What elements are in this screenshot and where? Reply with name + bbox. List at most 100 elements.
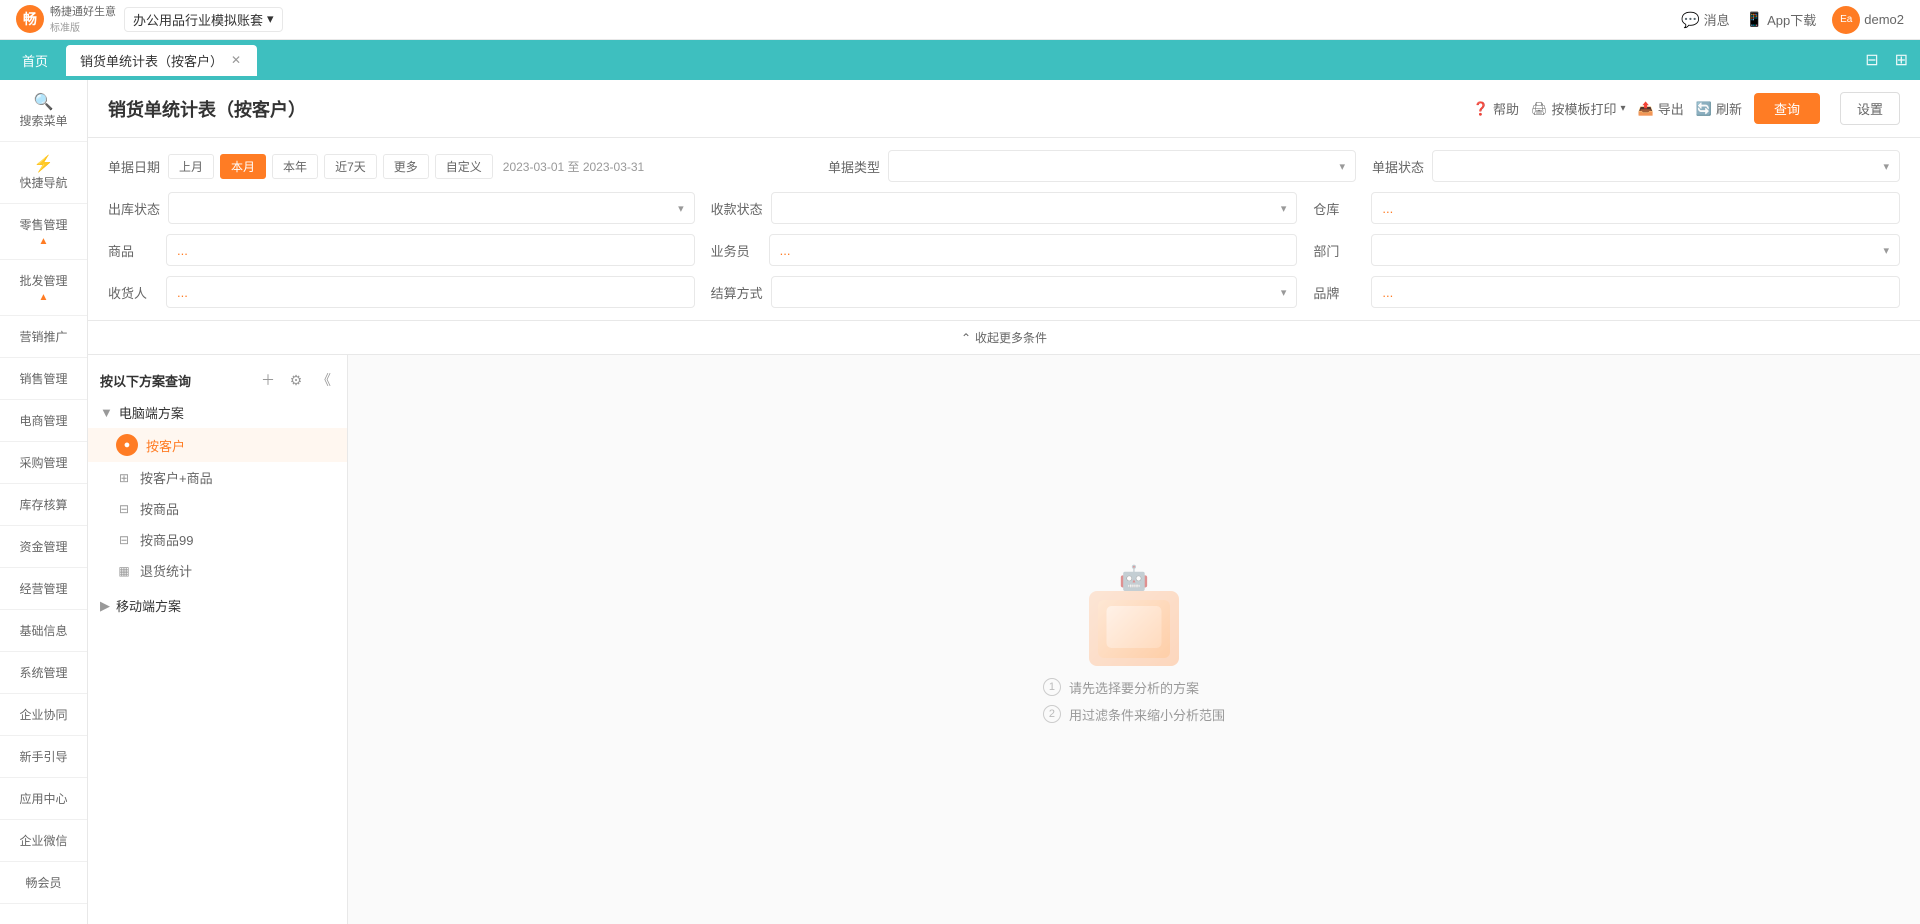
filter-payment-method: 结算方式 ▾ (711, 276, 1298, 308)
scheme-group-pc-title[interactable]: ▼ 电脑端方案 (88, 397, 347, 428)
tab-home-label: 首页 (22, 51, 48, 70)
scheme-actions: ＋ ⚙ 《 (257, 369, 335, 391)
date-btn-more[interactable]: 更多 (383, 154, 429, 179)
tab-home[interactable]: 首页 (8, 45, 62, 76)
sidebar-marketing-label: 营销推广 (8, 328, 79, 345)
sidebar-item-inventory[interactable]: 库存核算 (0, 484, 87, 526)
date-shortcuts: 上月 本月 本年 近7天 更多 自定义 2023-03-01 至 2023-03… (168, 154, 644, 179)
scheme-item-by-customer[interactable]: ● 按客户 (88, 428, 347, 462)
department-input[interactable]: ▾ (1371, 234, 1900, 266)
scheme-item-by-customer-goods[interactable]: ⊞ 按客户+商品 (88, 462, 347, 493)
sidebar-item-operations[interactable]: 经营管理 (0, 568, 87, 610)
sidebar-collab-label: 企业协同 (8, 706, 79, 723)
sidebar-item-search-menu[interactable]: 🔍 搜索菜单 (0, 80, 87, 142)
help-btn[interactable]: ❓ 帮助 (1473, 99, 1519, 118)
sidebar-item-enterprise-collab[interactable]: 企业协同 (0, 694, 87, 736)
active-dot: ● (116, 434, 138, 456)
sidebar-quicknav-label: 快捷导航 (8, 174, 79, 191)
filter-panel: 单据日期 上月 本月 本年 近7天 更多 自定义 2023-03-01 至 20… (88, 138, 1920, 321)
sidebar-item-new-guide[interactable]: 新手引导 (0, 736, 87, 778)
sidebar-item-marketing[interactable]: 营销推广 (0, 316, 87, 358)
sidebar-item-enterprise-wechat[interactable]: 企业微信 (0, 820, 87, 862)
tab-sales-stat-close[interactable]: ✕ (229, 54, 243, 66)
date-btn-7days[interactable]: 近7天 (324, 154, 377, 179)
sidebar-item-purchase[interactable]: 采购管理 (0, 442, 87, 484)
sidebar-item-quick-nav[interactable]: ⚡ 快捷导航 (0, 142, 87, 204)
refresh-btn[interactable]: 🔄 刷新 (1696, 99, 1742, 118)
scheme-item-by-goods[interactable]: ⊟ 按商品 (88, 493, 347, 524)
scheme-settings-btn[interactable]: ⚙ (285, 369, 307, 391)
template-print-btn[interactable]: 🖨 按模板打印 ▾ (1531, 99, 1626, 118)
app-container: 畅 畅捷通好生意 标准版 办公用品行业模拟账套 ▾ 💬 消息 📱 App下载 (0, 0, 1920, 924)
warehouse-input[interactable]: ... (1371, 192, 1900, 224)
sidebar-member-label: 畅会员 (8, 874, 79, 891)
receipt-status-input[interactable]: ▾ (771, 192, 1298, 224)
message-btn[interactable]: 💬 消息 (1681, 10, 1730, 29)
date-btn-this-year[interactable]: 本年 (272, 154, 318, 179)
scheme-collapse-btn[interactable]: 《 (313, 369, 335, 391)
left-panel-wrapper: 按以下方案查询 ＋ ⚙ 《 ▼ 电脑端方案 (88, 355, 1920, 924)
sidebar-item-sales-mgmt[interactable]: 销售管理 (0, 358, 87, 400)
app-download-btn[interactable]: 📱 App下载 (1746, 10, 1817, 29)
industry-selector[interactable]: 办公用品行业模拟账套 ▾ (124, 7, 283, 32)
sidebar-retail-label: 零售管理 (8, 216, 79, 233)
settings-btn[interactable]: 设置 (1840, 92, 1900, 125)
scheme-group-mobile-title[interactable]: ▶ 移动端方案 (88, 590, 347, 621)
out-status-input[interactable]: ▾ (168, 192, 695, 224)
refresh-icon: 🔄 (1696, 101, 1712, 117)
tab-sales-stat[interactable]: 销货单统计表（按客户） ✕ (66, 45, 257, 76)
scheme-item-by-goods-99[interactable]: ⊟ 按商品99 (88, 524, 347, 555)
industry-title: 办公用品行业模拟账套 (133, 10, 263, 29)
tab-maximize-btn[interactable]: ⊞ (1891, 46, 1912, 74)
payment-method-input[interactable]: ▾ (771, 276, 1298, 308)
sidebar-item-wholesale-mgmt[interactable]: 批发管理 ▲ (0, 260, 87, 316)
date-btn-last-month[interactable]: 上月 (168, 154, 214, 179)
tab-minimize-btn[interactable]: ⊟ (1861, 46, 1882, 74)
export-btn[interactable]: 📤 导出 (1638, 99, 1684, 118)
refresh-label: 刷新 (1716, 99, 1742, 118)
sidebar-system-label: 系统管理 (8, 664, 79, 681)
query-btn[interactable]: 查询 (1754, 93, 1820, 124)
sidebar-search-label: 搜索菜单 (8, 112, 79, 129)
doc-status-input[interactable]: ▾ (1432, 150, 1900, 182)
sidebar-item-ecommerce[interactable]: 电商管理 (0, 400, 87, 442)
salesperson-label: 业务员 (711, 241, 761, 260)
doc-type-input[interactable]: ▾ (888, 150, 1356, 182)
collapse-bar[interactable]: ⌃ 收起更多条件 (88, 321, 1920, 355)
scheme-add-btn[interactable]: ＋ (257, 369, 279, 391)
sidebar-item-retail-mgmt[interactable]: 零售管理 ▲ (0, 204, 87, 260)
scheme-item-return-stat[interactable]: ▦ 退货统计 (88, 555, 347, 586)
top-bar-left: 畅 畅捷通好生意 标准版 办公用品行业模拟账套 ▾ (16, 5, 283, 34)
date-range-display: 2023-03-01 至 2023-03-31 (503, 158, 644, 175)
user-menu[interactable]: Ea demo2 (1832, 6, 1904, 34)
page-actions: ❓ 帮助 🖨 按模板打印 ▾ 📤 导出 🔄 刷新 (1473, 92, 1900, 125)
help-label: 帮助 (1493, 99, 1519, 118)
sidebar-item-basic-info[interactable]: 基础信息 (0, 610, 87, 652)
sidebar-item-app-center[interactable]: 应用中心 (0, 778, 87, 820)
logo-sub: 标准版 (50, 19, 116, 34)
consignee-input[interactable]: ... (166, 276, 695, 308)
collapse-label: 收起更多条件 (975, 329, 1047, 346)
filter-receipt-status: 收款状态 ▾ (711, 192, 1298, 224)
scheme-group-mobile: ▶ 移动端方案 (88, 590, 347, 621)
top-bar: 畅 畅捷通好生意 标准版 办公用品行业模拟账套 ▾ 💬 消息 📱 App下载 (0, 0, 1920, 40)
scheme-item-icon-return: ▦ (116, 563, 132, 579)
goods-input[interactable]: ... (166, 234, 695, 266)
sidebar-item-member[interactable]: 畅会员 (0, 862, 87, 904)
brand-input[interactable]: ... (1371, 276, 1900, 308)
payment-method-chevron: ▾ (1281, 286, 1287, 299)
page-title: 销货单统计表（按客户） (108, 96, 306, 122)
export-icon: 📤 (1638, 101, 1654, 117)
dropdown-arrow: ▾ (267, 11, 274, 27)
date-label: 单据日期 (108, 157, 160, 176)
date-btn-this-month[interactable]: 本月 (220, 154, 266, 179)
sidebar-finance-label: 资金管理 (8, 538, 79, 555)
sidebar-item-finance[interactable]: 资金管理 (0, 526, 87, 568)
logo-char: 畅 (23, 9, 37, 29)
salesperson-input[interactable]: ... (769, 234, 1298, 266)
warehouse-label: 仓库 (1313, 199, 1363, 218)
phone-icon: 📱 (1746, 11, 1763, 28)
box-front (1106, 606, 1161, 648)
date-btn-custom[interactable]: 自定义 (435, 154, 493, 179)
sidebar-item-system[interactable]: 系统管理 (0, 652, 87, 694)
